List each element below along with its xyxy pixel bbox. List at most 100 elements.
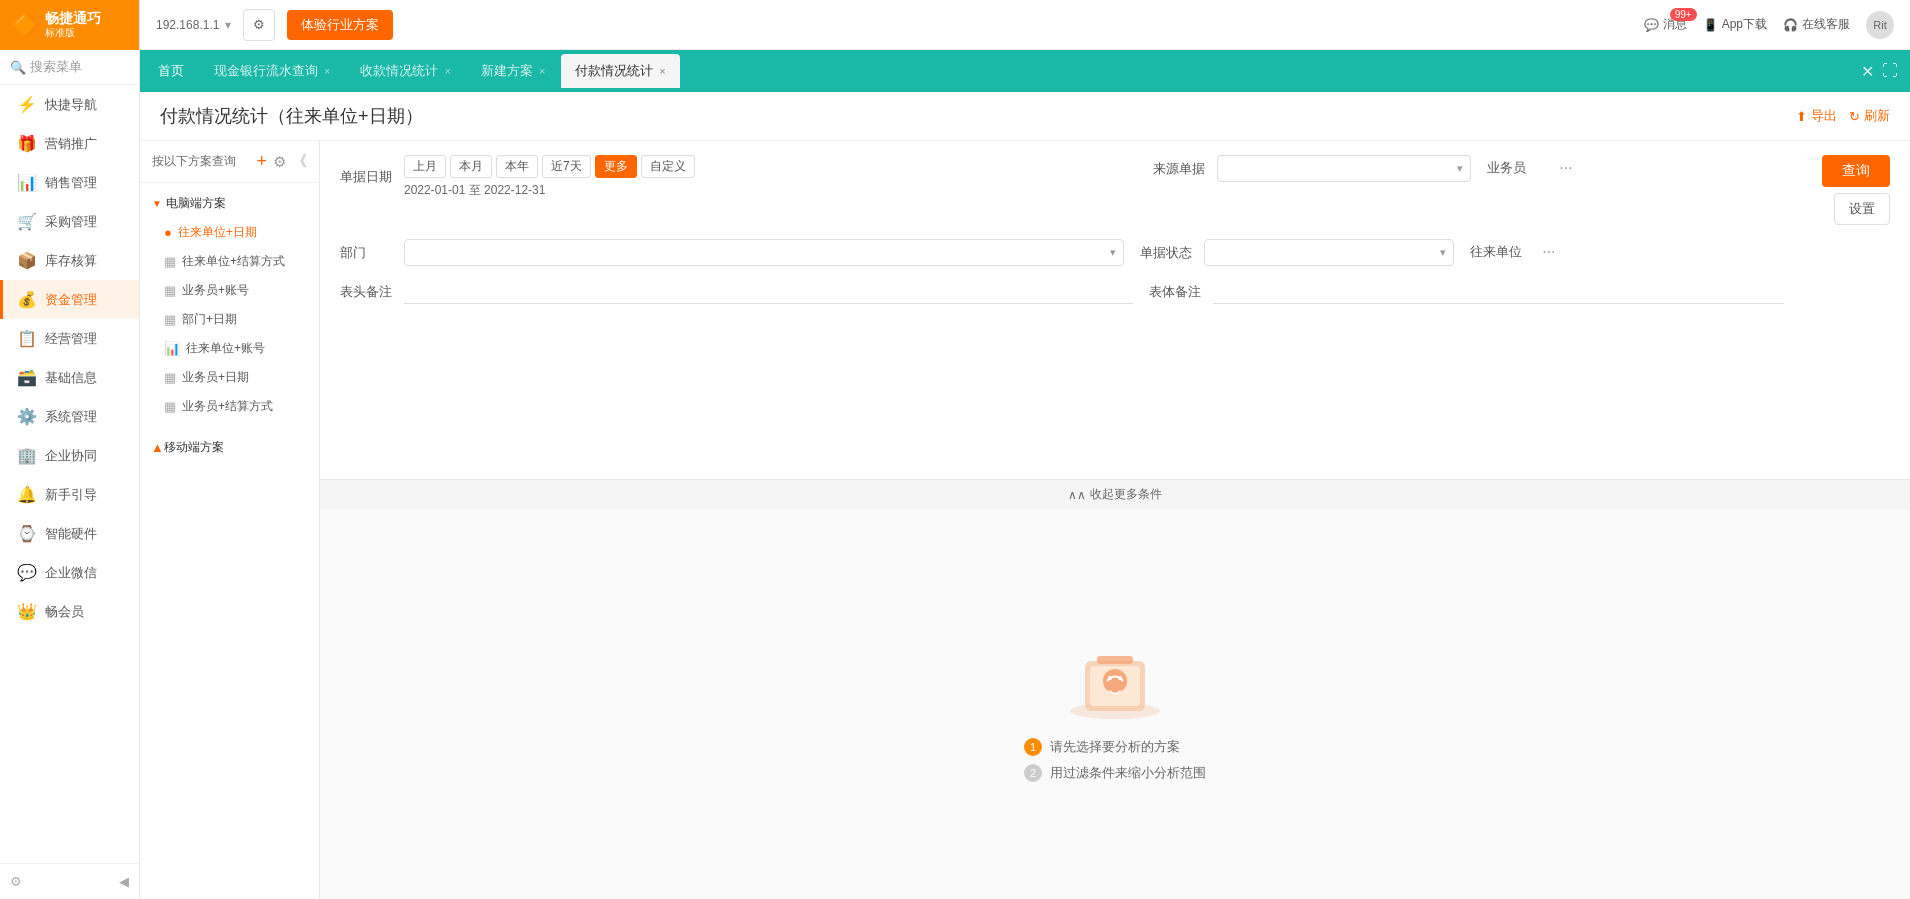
online-service-button[interactable]: 🎧 在线客服 xyxy=(1783,16,1850,33)
inventory-icon: 📦 xyxy=(17,251,37,270)
sidebar-operations-label: 经营管理 xyxy=(45,330,97,348)
app-download-button[interactable]: 📱 App下载 xyxy=(1703,16,1767,33)
schema-item-counterpart-account[interactable]: 📊 往来单位+账号 xyxy=(140,334,319,363)
sidebar-item-operations[interactable]: 📋 经营管理 xyxy=(0,319,139,358)
sidebar-item-quick-nav[interactable]: ⚡ 快捷导航 xyxy=(0,85,139,124)
sidebar-item-hardware[interactable]: ⌚ 智能硬件 xyxy=(0,514,139,553)
schema-settings-button[interactable]: ⚙ xyxy=(273,153,286,171)
sidebar-capital-label: 资金管理 xyxy=(45,291,97,309)
sidebar-item-system[interactable]: ⚙️ 系统管理 xyxy=(0,397,139,436)
main-panel: 192.168.1.1 ▾ ⚙ 体验行业方案 💬 消息 99+ 📱 App下载 … xyxy=(140,0,1910,899)
sidebar-hardware-label: 智能硬件 xyxy=(45,525,97,543)
filter-field-header-note: 表头备注 xyxy=(340,280,1133,304)
download-icon: 📱 xyxy=(1703,18,1718,32)
salesperson-label: 业务员 xyxy=(1487,159,1543,177)
sidebar-item-enterprise[interactable]: 🏢 企业协同 xyxy=(0,436,139,475)
tab-payment-stats[interactable]: 付款情况统计 × xyxy=(561,54,679,88)
last7-btn[interactable]: 近7天 xyxy=(542,155,591,178)
sidebar-item-purchase[interactable]: 🛒 采购管理 xyxy=(0,202,139,241)
search-icon: 🔍 xyxy=(10,60,26,75)
custom-btn[interactable]: 自定义 xyxy=(641,155,695,178)
more-btn[interactable]: 更多 xyxy=(595,155,637,178)
schema-item-salesperson-date[interactable]: ▦ 业务员+日期 xyxy=(140,363,319,392)
schema-item-counterpart-settle[interactable]: ▦ 往来单位+结算方式 xyxy=(140,247,319,276)
sidebar-search[interactable]: 🔍 搜索菜单 xyxy=(0,50,139,85)
notifications-button[interactable]: 💬 消息 99+ xyxy=(1644,16,1687,33)
header-note-input[interactable] xyxy=(404,280,1133,304)
topbar-settings-button[interactable]: ⚙ xyxy=(243,9,275,41)
tab-payment-stats-close[interactable]: × xyxy=(659,65,665,77)
footer-settings-icon[interactable]: ⚙ xyxy=(10,874,22,889)
empty-tip-2: 2 用过滤条件来缩小分析范围 xyxy=(1024,764,1206,782)
filter-settings-button[interactable]: 设置 xyxy=(1834,193,1890,225)
sidebar-sales-label: 销售管理 xyxy=(45,174,97,192)
app-download-label: App下载 xyxy=(1722,16,1767,33)
sidebar-item-basics[interactable]: 🗃️ 基础信息 xyxy=(0,358,139,397)
schema-item-counterpart-date[interactable]: ● 往来单位+日期 xyxy=(140,218,319,247)
status-select-input[interactable] xyxy=(1204,239,1454,266)
schema-item-label-2: 业务员+账号 xyxy=(182,282,249,299)
schema-item-salesperson-account[interactable]: ▦ 业务员+账号 xyxy=(140,276,319,305)
date-options: 上月 本月 本年 近7天 更多 自定义 xyxy=(404,155,695,178)
footer-collapse-icon[interactable]: ◀ xyxy=(119,874,129,889)
status-select-wrap: ▾ xyxy=(1204,239,1454,266)
tab-receipt-stats-close[interactable]: × xyxy=(444,65,450,77)
settings-icon: ⚙ xyxy=(253,17,265,32)
sidebar-item-wechat[interactable]: 💬 企业微信 xyxy=(0,553,139,592)
topbar-address: 192.168.1.1 ▾ xyxy=(156,18,231,32)
schema-item-salesperson-settle[interactable]: ▦ 业务员+结算方式 xyxy=(140,392,319,421)
source-label: 来源单据 xyxy=(1153,160,1209,178)
tab-receipt-stats[interactable]: 收款情况统计 × xyxy=(346,54,464,88)
sidebar-quick-nav-label: 快捷导航 xyxy=(45,96,97,114)
marketing-icon: 🎁 xyxy=(17,134,37,153)
this-month-btn[interactable]: 本月 xyxy=(450,155,492,178)
sidebar-item-marketing[interactable]: 🎁 营销推广 xyxy=(0,124,139,163)
tip-num-1: 1 xyxy=(1024,738,1042,756)
trial-button[interactable]: 体验行业方案 xyxy=(287,10,393,40)
sidebar-logo: 🔶 畅捷通巧 标准版 xyxy=(0,0,139,50)
tab-new-plan-close[interactable]: × xyxy=(539,65,545,77)
last-month-btn[interactable]: 上月 xyxy=(404,155,446,178)
schema-add-button[interactable]: + xyxy=(256,151,267,172)
online-service-label: 在线客服 xyxy=(1802,16,1850,33)
sidebar-item-capital[interactable]: 💰 资金管理 xyxy=(0,280,139,319)
home-tab-label: 首页 xyxy=(158,62,184,80)
sidebar-item-sales[interactable]: 📊 销售管理 xyxy=(0,163,139,202)
salesperson-dots[interactable]: ··· xyxy=(1551,155,1580,181)
dept-select-input[interactable] xyxy=(404,239,1124,266)
tab-home[interactable]: 首页 xyxy=(144,54,198,88)
query-button[interactable]: 查询 xyxy=(1822,155,1890,187)
sidebar-footer: ⚙ ◀ xyxy=(0,863,139,899)
this-year-btn[interactable]: 本年 xyxy=(496,155,538,178)
sidebar-item-inventory[interactable]: 📦 库存核算 xyxy=(0,241,139,280)
user-avatar[interactable]: Rit xyxy=(1866,11,1894,39)
address-dropdown-icon[interactable]: ▾ xyxy=(225,18,231,32)
tab-new-plan[interactable]: 新建方案 × xyxy=(467,54,559,88)
refresh-button[interactable]: ↻ 刷新 xyxy=(1849,107,1890,125)
export-button[interactable]: ⬆ 导出 xyxy=(1796,107,1837,125)
schema-item-icon-0: ● xyxy=(164,225,172,240)
member-icon: 👑 xyxy=(17,602,37,621)
filter-field-date: 单据日期 上月 本月 本年 近7天 更多 自定义 20 xyxy=(340,155,1137,199)
collapse-button[interactable]: ∧∧ 收起更多条件 xyxy=(1068,486,1162,503)
tab-close-all-icon[interactable]: ✕ xyxy=(1861,62,1874,81)
tab-expand-icon[interactable]: ⛶ xyxy=(1882,62,1898,80)
basics-icon: 🗃️ xyxy=(17,368,37,387)
receipt-stats-tab-label: 收款情况统计 xyxy=(360,62,438,80)
source-select-input[interactable] xyxy=(1217,155,1472,182)
date-options-wrap: 上月 本月 本年 近7天 更多 自定义 2022-01-01 至 2022-12… xyxy=(404,155,695,199)
schema-desktop-toggle[interactable]: ▼ 电脑端方案 xyxy=(140,189,319,218)
sidebar-item-guide[interactable]: 🔔 新手引导 xyxy=(0,475,139,514)
counterpart-dots[interactable]: ··· xyxy=(1534,239,1563,265)
sidebar-item-member[interactable]: 👑 畅会员 xyxy=(0,592,139,631)
schema-mobile-toggle[interactable]: ▶ 移动端方案 xyxy=(140,433,319,462)
empty-state: 1 请先选择要分析的方案 2 用过滤条件来缩小分析范围 xyxy=(320,509,1910,899)
counterpart-label: 往来单位 xyxy=(1470,243,1526,261)
tab-bank-flow[interactable]: 现金银行流水查询 × xyxy=(200,54,344,88)
hardware-icon: ⌚ xyxy=(17,524,37,543)
schema-collapse-button[interactable]: 《 xyxy=(292,152,307,171)
body-note-input[interactable] xyxy=(1213,280,1784,304)
new-plan-tab-label: 新建方案 xyxy=(481,62,533,80)
schema-item-dept-date[interactable]: ▦ 部门+日期 xyxy=(140,305,319,334)
tab-bank-flow-close[interactable]: × xyxy=(324,65,330,77)
